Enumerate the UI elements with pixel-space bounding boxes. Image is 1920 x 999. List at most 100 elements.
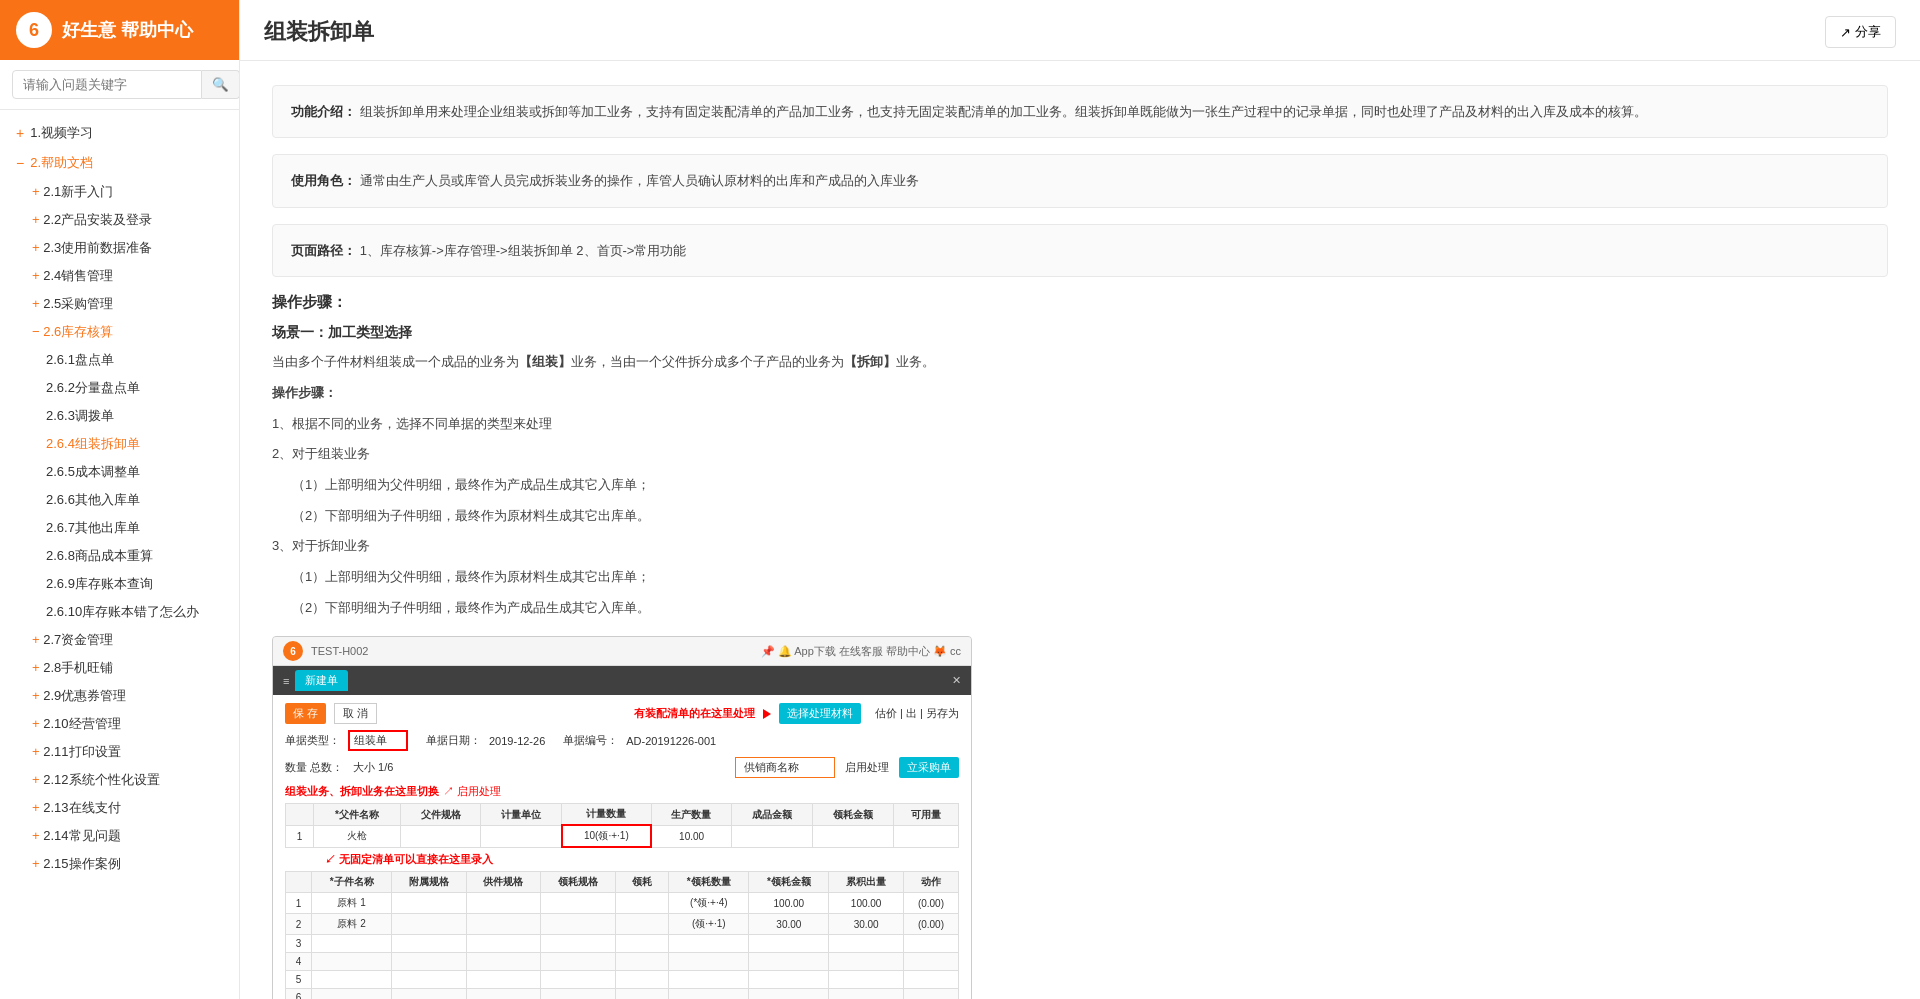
ss-col-prod-amt: 成品金额 <box>732 804 813 826</box>
app-title: 好生意 帮助中心 <box>62 18 193 42</box>
sidebar-item-video-learning[interactable]: + 1.视频学习 <box>0 118 239 148</box>
ss-col-parent-name: *父件名称 <box>314 804 401 826</box>
sidebar-item-cases[interactable]: + 2.15操作案例 <box>0 850 239 878</box>
ss-prod-qty: 10.00 <box>651 825 732 847</box>
ss-nav-close: ✕ <box>952 674 961 687</box>
ss-col-supply-spec: 供件规格 <box>466 872 541 893</box>
ss-annotation4: ↙ 无固定清单可以直接在这里录入 <box>325 852 493 867</box>
sidebar-item-coupon[interactable]: + 2.9优惠券管理 <box>0 682 239 710</box>
main-content-area: 组装拆卸单 ↗ 分享 功能介绍： 组装拆卸单用来处理企业组装或拆卸等加工业务，支… <box>240 0 1920 999</box>
ss-tabs: 估价 | 出 | 另存为 <box>875 706 959 721</box>
ss-annotation2: 组装业务、拆卸业务在这里切换 <box>285 784 439 799</box>
ss-topbar-icons: 📌 🔔 App下载 在线客服 帮助中心 🦊 cc <box>761 644 961 659</box>
ss-qty: 10(领·+·1) <box>562 825 651 847</box>
screenshot-topbar: 6 TEST-H002 📌 🔔 App下载 在线客服 帮助中心 🦊 cc <box>273 637 971 666</box>
table-row: 1 火枪 10(领·+·1) 10.00 <box>286 825 959 847</box>
scenario1-desc: 当由多个子件材料组装成一个成品的业务为【组装】业务，当由一个父件拆分成多个子产品… <box>272 350 1888 375</box>
sidebar-item-label: 2.6.6其他入库单 <box>46 492 140 507</box>
intro-path: 页面路径： 1、库存核算->库存管理->组装拆卸单 2、首页->常用功能 <box>272 224 1888 277</box>
sidebar-item-data-prep[interactable]: + 2.3使用前数据准备 <box>0 234 239 262</box>
sidebar-item-mobile[interactable]: + 2.8手机旺铺 <box>0 654 239 682</box>
ss-col-checkbox2 <box>286 872 312 893</box>
assembly-step2: （2）下部明细为子件明细，最终作为原材料生成其它出库单。 <box>272 504 1888 529</box>
expand-icon: + <box>32 296 40 311</box>
ss-type-value: 组装单 <box>348 730 408 751</box>
ss-col-parent-spec: 父件规格 <box>400 804 481 826</box>
expand-icon: + <box>32 184 40 199</box>
sidebar-item-help-docs[interactable]: − 2.帮助文档 <box>0 148 239 178</box>
sidebar-item-print[interactable]: + 2.11打印设置 <box>0 738 239 766</box>
ss-avail <box>893 825 958 847</box>
sidebar-item-beginner[interactable]: + 2.1新手入门 <box>0 178 239 206</box>
search-button[interactable]: 🔍 <box>202 70 240 99</box>
expand-icon: + <box>16 125 24 141</box>
assembly-step1: （1）上部明细为父件明细，最终作为产成品生成其它入库单； <box>272 473 1888 498</box>
ss-unit <box>481 825 562 847</box>
ss-col-unit: 计量单位 <box>481 804 562 826</box>
sidebar-item-cost-adjust[interactable]: 2.6.5成本调整单 <box>0 458 239 486</box>
sidebar-item-finance[interactable]: + 2.7资金管理 <box>0 626 239 654</box>
page-header: 组装拆卸单 ↗ 分享 <box>240 0 1920 61</box>
sidebar-item-inventory[interactable]: − 2.6库存核算 <box>0 318 239 346</box>
share-button[interactable]: ↗ 分享 <box>1825 16 1896 48</box>
sidebar-item-label: 1.视频学习 <box>30 124 93 142</box>
ss-type-label: 单据类型： <box>285 733 340 748</box>
sidebar-item-label: 2.14常见问题 <box>43 828 120 843</box>
table-row: 1 原料 1 (*领·+·4) 100.00 100.00 (0.00) <box>286 893 959 914</box>
sidebar-item-customization[interactable]: + 2.12系统个性化设置 <box>0 766 239 794</box>
sidebar-item-stocktake[interactable]: 2.6.1盘点单 <box>0 346 239 374</box>
search-input[interactable] <box>12 70 202 99</box>
sidebar-item-sales[interactable]: + 2.4销售管理 <box>0 262 239 290</box>
sidebar-item-label: 2.6.4组装拆卸单 <box>46 436 140 451</box>
ss-child-table: *子件名称 附属规格 供件规格 领耗规格 领耗 *领耗数量 *领耗金额 累积出量… <box>285 871 959 999</box>
table-row: 5 <box>286 971 959 989</box>
ss-save-btn: 保 存 <box>285 703 326 724</box>
table-row: 2 原料 2 (领·+·1) 30.00 30.00 (0.00) <box>286 914 959 935</box>
ss-date-value: 2019-12-26 <box>489 735 545 747</box>
ss-col-qty: 计量数量 <box>562 804 651 826</box>
ss-col-prod-qty: 生产数量 <box>651 804 732 826</box>
sidebar-item-label: 2.11打印设置 <box>43 744 120 759</box>
collapse-icon: − <box>16 155 24 171</box>
ss-supplier-input: 供销商名称 <box>735 757 835 778</box>
ss-code-value: AD-20191226-001 <box>626 735 716 747</box>
sidebar-item-label: 2.6.8商品成本重算 <box>46 548 153 563</box>
sidebar-item-install[interactable]: + 2.2产品安装及登录 <box>0 206 239 234</box>
ss-row-num: 1 <box>286 825 314 847</box>
ss-form-fields: 单据类型： 组装单 单据日期： 2019-12-26 单据编号： AD-2019… <box>285 730 959 751</box>
step2: 2、对于组装业务 <box>272 442 1888 467</box>
expand-icon: + <box>32 212 40 227</box>
operation-title: 操作步骤： <box>272 293 1888 312</box>
sidebar-item-inventory-query[interactable]: 2.6.9库存账本查询 <box>0 570 239 598</box>
ss-nav-icon: ≡ <box>283 675 289 687</box>
sidebar-item-assembly[interactable]: 2.6.4组装拆卸单 <box>0 430 239 458</box>
search-icon: 🔍 <box>212 77 229 92</box>
sidebar-item-payment[interactable]: + 2.13在线支付 <box>0 794 239 822</box>
ss-col-cost-amt: 领耗金额 <box>812 804 893 826</box>
sidebar-item-cost-recalc[interactable]: 2.6.8商品成本重算 <box>0 542 239 570</box>
sidebar-item-other-in[interactable]: 2.6.6其他入库单 <box>0 486 239 514</box>
ss-col-child-name: *子件名称 <box>312 872 392 893</box>
ss-col-action: 动作 <box>903 872 958 893</box>
ss-annotation4-row: ↙ 无固定清单可以直接在这里录入 <box>285 852 959 867</box>
disassembly-step2: （2）下部明细为子件明细，最终作为产成品生成其它入库单。 <box>272 596 1888 621</box>
ss-tab-new: 新建单 <box>295 670 348 691</box>
screenshot-content: 保 存 取 消 有装配清单的在这里处理 选择处理材料 估价 | 出 | 另存为 … <box>273 695 971 999</box>
sidebar-item-label: 2.6库存核算 <box>43 324 113 339</box>
sidebar-item-other-out[interactable]: 2.6.7其他出库单 <box>0 514 239 542</box>
sidebar-item-label: 2.6.1盘点单 <box>46 352 114 367</box>
ss-parent-spec <box>400 825 481 847</box>
sidebar-item-operations[interactable]: + 2.10经营管理 <box>0 710 239 738</box>
ss-col-consume: 领耗 <box>615 872 668 893</box>
sidebar-item-transfer[interactable]: 2.6.3调拨单 <box>0 402 239 430</box>
sidebar-item-inventory-fix[interactable]: 2.6.10库存账本错了怎么办 <box>0 598 239 626</box>
ss-col-checkbox <box>286 804 314 826</box>
sidebar-item-label: 2.6.7其他出库单 <box>46 520 140 535</box>
sidebar-item-partial-stocktake[interactable]: 2.6.2分量盘点单 <box>0 374 239 402</box>
ss-annotation1: 有装配清单的在这里处理 <box>634 706 755 721</box>
sidebar-item-purchase[interactable]: + 2.5采购管理 <box>0 290 239 318</box>
sidebar-item-faq[interactable]: + 2.14常见问题 <box>0 822 239 850</box>
share-icon: ↗ <box>1840 25 1851 40</box>
main-content: 功能介绍： 组装拆卸单用来处理企业组装或拆卸等加工业务，支持有固定装配清单的产品… <box>240 61 1920 999</box>
sidebar-item-label: 2.3使用前数据准备 <box>43 240 152 255</box>
